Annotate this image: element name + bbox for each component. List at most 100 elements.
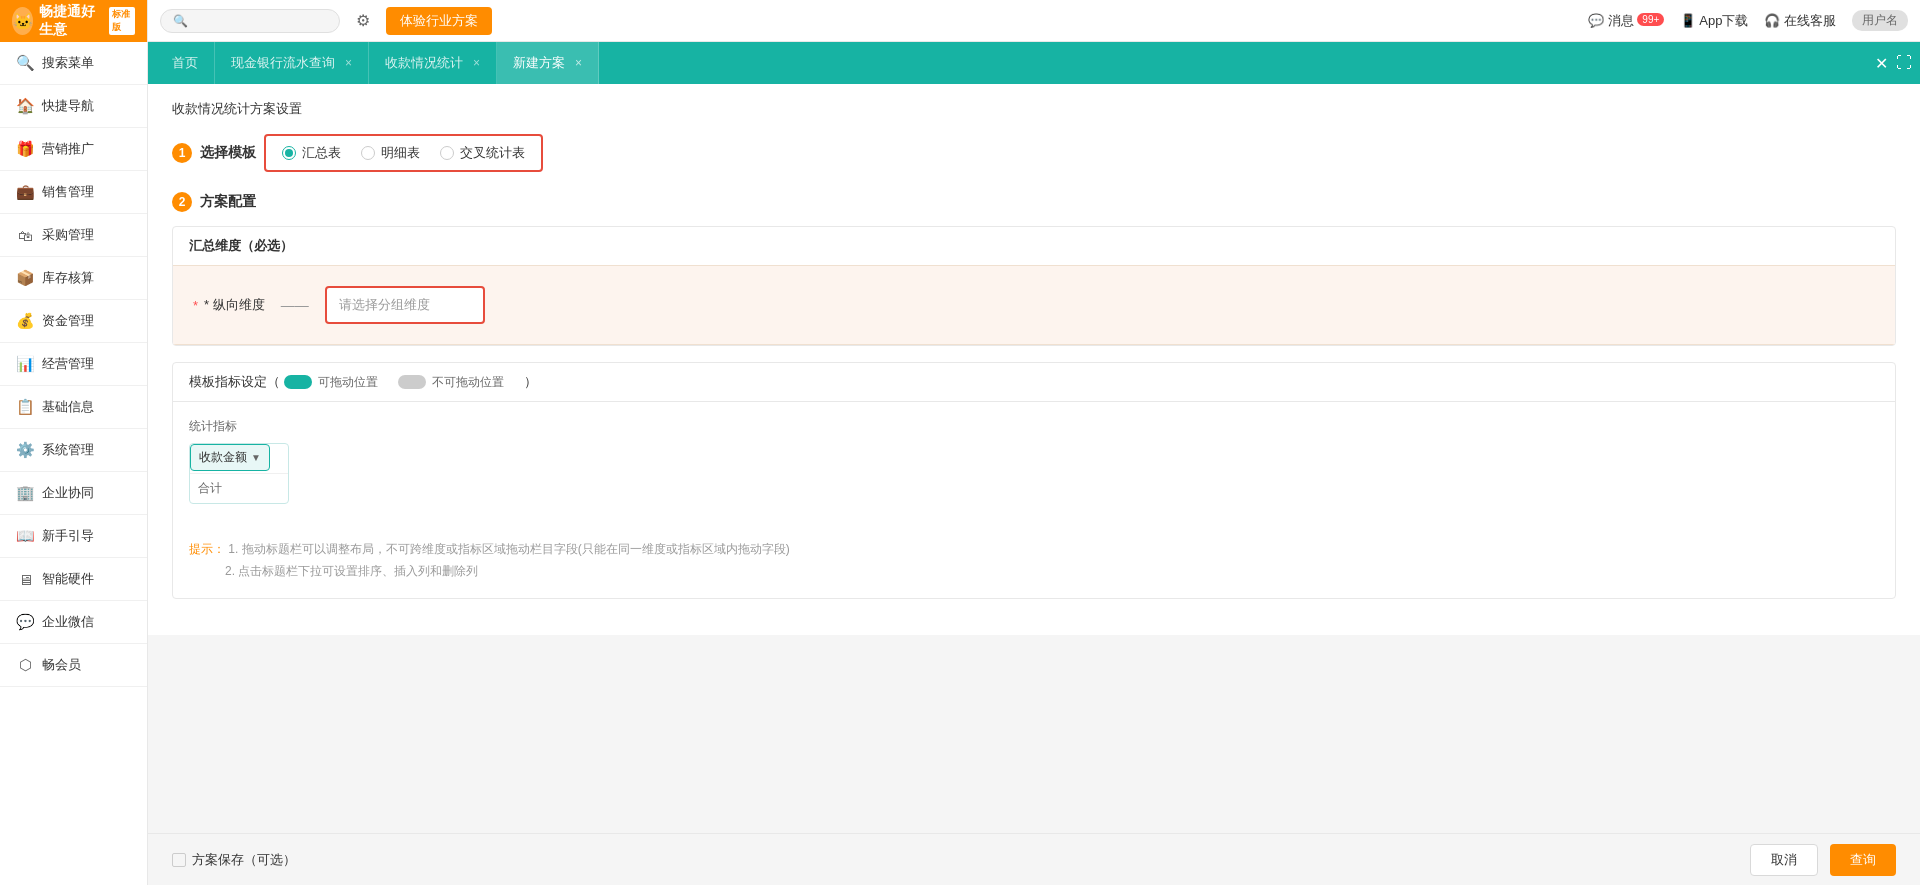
radio-detail-circle: [361, 146, 375, 160]
logo-icon: 🐱: [12, 7, 33, 35]
bottom-bar: 方案保存（可选） 取消 查询: [148, 833, 1920, 885]
radio-cross-circle: [440, 146, 454, 160]
search-icon: 🔍: [16, 54, 34, 72]
sidebar: 🐱 畅捷通好生意 标准版 🔍 搜索菜单 🏠 快捷导航 🎁 营销推广 💼 销售管理…: [0, 0, 148, 885]
sidebar-item-label: 企业微信: [42, 613, 94, 631]
sidebar-item-sales[interactable]: 💼 销售管理: [0, 171, 147, 214]
metric-box: 收款金额 ▼ 合计: [189, 443, 289, 504]
purchase-icon: 🛍: [16, 226, 34, 244]
tab-bar: 首页 现金银行流水查询 × 收款情况统计 × 新建方案 × ✕ ⛶: [148, 42, 1920, 84]
metric-tag-amount[interactable]: 收款金额 ▼: [190, 444, 270, 471]
home-icon: 🏠: [16, 97, 34, 115]
query-button[interactable]: 查询: [1830, 844, 1896, 876]
sidebar-item-purchase[interactable]: 🛍 采购管理: [0, 214, 147, 257]
wechat-icon: 💬: [16, 613, 34, 631]
dimension-select[interactable]: 请选择分组维度: [325, 286, 485, 324]
sidebar-item-label: 销售管理: [42, 183, 94, 201]
metric-subtag: 合计: [190, 473, 288, 503]
radio-summary[interactable]: 汇总表: [282, 144, 341, 162]
money-icon: 💰: [16, 312, 34, 330]
tab-new-plan[interactable]: 新建方案 ×: [497, 42, 599, 84]
service-label[interactable]: 🎧 在线客服: [1764, 12, 1836, 30]
sidebar-item-quick-nav[interactable]: 🏠 快捷导航: [0, 85, 147, 128]
main-area: 🔍 ⚙ 体验行业方案 💬 消息 99+ 📱 App下载 🎧 在线客服 用户名 首…: [148, 0, 1920, 885]
download-label[interactable]: 📱 App下载: [1680, 12, 1748, 30]
sidebar-item-label: 搜索菜单: [42, 54, 94, 72]
tab-cash-flow[interactable]: 现金银行流水查询 ×: [215, 42, 369, 84]
vertical-dim-label: * * 纵向维度: [193, 296, 265, 314]
chart-icon: 📊: [16, 355, 34, 373]
sidebar-item-label: 基础信息: [42, 398, 94, 416]
sidebar-item-label: 快捷导航: [42, 97, 94, 115]
radio-summary-label: 汇总表: [302, 144, 341, 162]
required-star: *: [193, 298, 198, 313]
topbar: 🔍 ⚙ 体验行业方案 💬 消息 99+ 📱 App下载 🎧 在线客服 用户名: [148, 0, 1920, 42]
dimension-placeholder: 请选择分组维度: [339, 297, 430, 312]
sidebar-item-inventory[interactable]: 📦 库存核算: [0, 257, 147, 300]
stats-label: 统计指标: [189, 418, 1879, 435]
sidebar-item-search[interactable]: 🔍 搜索菜单: [0, 42, 147, 85]
tab-receipts[interactable]: 收款情况统计 ×: [369, 42, 497, 84]
sidebar-item-wechat[interactable]: 💬 企业微信: [0, 601, 147, 644]
guide-icon: 📖: [16, 527, 34, 545]
hardware-icon: 🖥: [16, 570, 34, 588]
footer-buttons: 取消 查询: [1750, 844, 1896, 876]
save-checkbox-label[interactable]: 方案保存（可选）: [172, 851, 296, 869]
tab-close-cash-flow[interactable]: ×: [345, 56, 352, 70]
radio-cross-label: 交叉统计表: [460, 144, 525, 162]
metrics-content: 统计指标 收款金额 ▼ 合计: [173, 402, 1895, 523]
settings-icon[interactable]: ⚙: [356, 11, 370, 30]
save-checkbox[interactable]: [172, 853, 186, 867]
tip-1: 提示： 1. 拖动标题栏可以调整布局，不可跨维度或指标区域拖动栏目字段(只能在同…: [189, 539, 1879, 561]
message-badge: 99+: [1637, 13, 1664, 26]
sidebar-item-basic-info[interactable]: 📋 基础信息: [0, 386, 147, 429]
page-content: 收款情况统计方案设置 1 选择模板 汇总表 明细表: [148, 84, 1920, 635]
sidebar-item-label: 新手引导: [42, 527, 94, 545]
sidebar-item-label: 智能硬件: [42, 570, 94, 588]
tab-home[interactable]: 首页: [156, 42, 215, 84]
sidebar-item-system[interactable]: ⚙️ 系统管理: [0, 429, 147, 472]
section-template: 1 选择模板 汇总表 明细表 交叉统计表: [172, 134, 1896, 172]
template-radio-group: 汇总表 明细表 交叉统计表: [264, 134, 543, 172]
save-label: 方案保存（可选）: [192, 851, 296, 869]
arrow-icon: ——: [281, 297, 309, 313]
radio-detail[interactable]: 明细表: [361, 144, 420, 162]
section2-num: 2: [172, 192, 192, 212]
dimension-area: * * 纵向维度 —— 请选择分组维度: [173, 265, 1895, 345]
tip-icon: 提示：: [189, 542, 225, 556]
dimension-container: 汇总维度（必选） * * 纵向维度 —— 请选择分组维度: [172, 226, 1896, 346]
tip-2: 2. 点击标题栏下拉可设置排序、插入列和删除列: [189, 561, 1879, 583]
dimension-title: 汇总维度（必选）: [173, 227, 1895, 265]
section1-title: 选择模板: [200, 144, 256, 162]
tab-close-new-plan[interactable]: ×: [575, 56, 582, 70]
sidebar-item-member[interactable]: ⬡ 畅会员: [0, 644, 147, 687]
radio-detail-label: 明细表: [381, 144, 420, 162]
fixed-indicator: [398, 375, 426, 389]
tabs-controls: ✕ ⛶: [1875, 54, 1912, 73]
sidebar-item-label: 营销推广: [42, 140, 94, 158]
cancel-button[interactable]: 取消: [1750, 844, 1818, 876]
sidebar-item-guide[interactable]: 📖 新手引导: [0, 515, 147, 558]
search-bar[interactable]: 🔍: [160, 9, 340, 33]
close-window-icon[interactable]: ✕: [1875, 54, 1888, 73]
industry-btn[interactable]: 体验行业方案: [386, 7, 492, 35]
sidebar-item-label: 库存核算: [42, 269, 94, 287]
tab-close-receipts[interactable]: ×: [473, 56, 480, 70]
search-icon: 🔍: [173, 14, 188, 28]
legend-draggable: 可拖动位置: [284, 374, 378, 391]
sidebar-item-label: 资金管理: [42, 312, 94, 330]
sidebar-item-capital[interactable]: 💰 资金管理: [0, 300, 147, 343]
sidebar-item-enterprise[interactable]: 🏢 企业协同: [0, 472, 147, 515]
dimension-row: * * 纵向维度 —— 请选择分组维度: [193, 286, 1875, 324]
maximize-icon[interactable]: ⛶: [1896, 54, 1912, 73]
draggable-indicator: [284, 375, 312, 389]
sidebar-item-operations[interactable]: 📊 经营管理: [0, 343, 147, 386]
topbar-right: 💬 消息 99+ 📱 App下载 🎧 在线客服 用户名: [1588, 10, 1908, 31]
sidebar-item-hardware[interactable]: 🖥 智能硬件: [0, 558, 147, 601]
user-display[interactable]: 用户名: [1852, 10, 1908, 31]
sidebar-item-marketing[interactable]: 🎁 营销推广: [0, 128, 147, 171]
inventory-icon: 📦: [16, 269, 34, 287]
message-label[interactable]: 💬 消息 99+: [1588, 12, 1664, 30]
sidebar-item-label: 经营管理: [42, 355, 94, 373]
radio-cross[interactable]: 交叉统计表: [440, 144, 525, 162]
